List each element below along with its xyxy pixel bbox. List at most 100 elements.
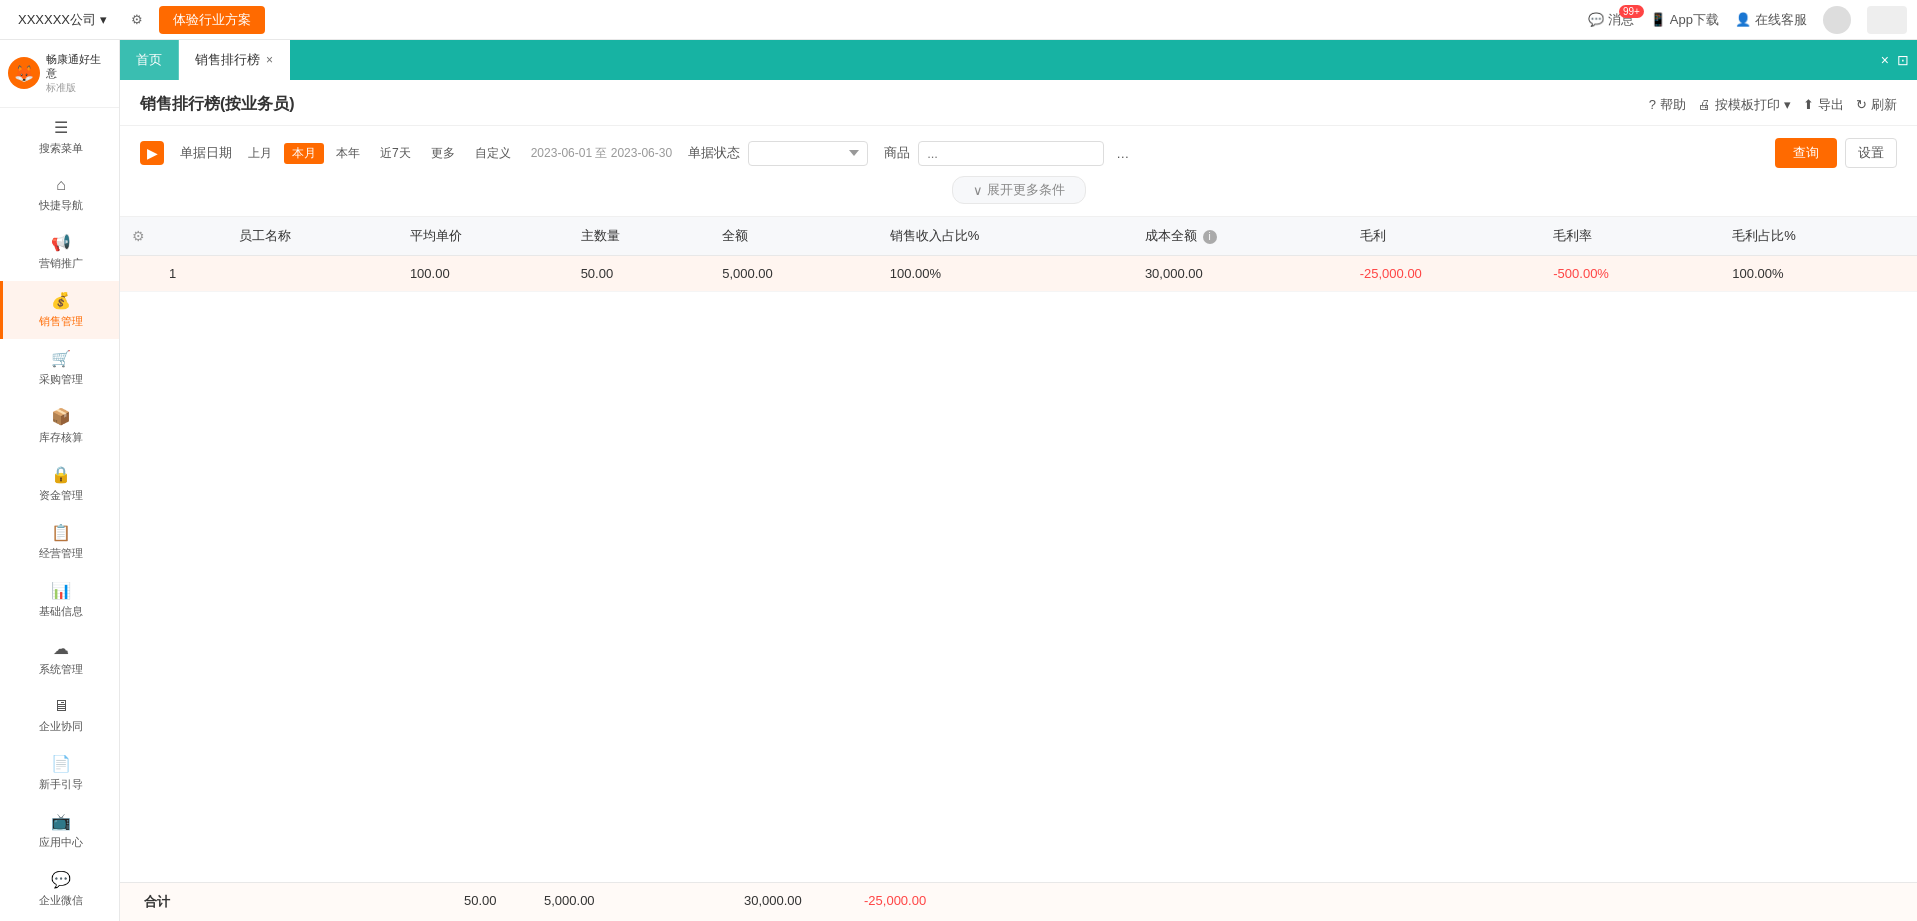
service-icon: 👤 <box>1735 12 1751 27</box>
export-icon: ⬆ <box>1803 97 1814 112</box>
export-button[interactable]: ⬆ 导出 <box>1803 96 1844 114</box>
th-settings: ⚙ <box>120 217 157 256</box>
print-button[interactable]: 🖨 按模板打印 ▾ <box>1698 96 1791 114</box>
chevron-down-icon: ▾ <box>100 12 107 27</box>
tab-close-icon[interactable]: × <box>266 53 273 67</box>
footer-cost: 30,000.00 <box>732 893 852 911</box>
td-name <box>227 256 398 292</box>
search-icon: ☰ <box>54 118 68 137</box>
settings-icon[interactable]: ⚙ <box>123 6 151 34</box>
sidebar-item-purchase[interactable]: 🛒 采购管理 <box>0 339 119 397</box>
th-sales-pct: 销售收入占比% <box>878 217 1133 256</box>
status-select[interactable] <box>748 141 868 166</box>
th-rank <box>157 217 227 256</box>
expand-more-button[interactable]: ∨ 展开更多条件 <box>952 176 1086 204</box>
sidebar-item-member[interactable]: V 畅会员 <box>0 918 119 921</box>
sidebar-item-quick-nav[interactable]: ⌂ 快捷导航 <box>0 166 119 223</box>
sidebar-item-app-center[interactable]: 📺 应用中心 <box>0 802 119 860</box>
date-label: 单据日期 <box>180 144 232 162</box>
tab-home[interactable]: 首页 <box>120 40 179 80</box>
refresh-button[interactable]: ↻ 刷新 <box>1856 96 1897 114</box>
online-service-label: 在线客服 <box>1755 11 1807 29</box>
avatar[interactable] <box>1823 6 1851 34</box>
footer-cells: 合计 50.00 5,000.00 30,000.00 -25,000.00 <box>132 893 1905 911</box>
td-rank: 1 <box>157 256 227 292</box>
sidebar-item-sales[interactable]: 💰 销售管理 <box>0 281 119 339</box>
sidebar-item-operations[interactable]: 📋 经营管理 <box>0 513 119 571</box>
goods-input[interactable] <box>918 141 1104 166</box>
tab-close-all-icon[interactable]: × <box>1881 52 1889 68</box>
expand-label: 展开更多条件 <box>987 181 1065 199</box>
date-tab-this-month[interactable]: 本月 <box>284 143 324 164</box>
data-table: ⚙ 员工名称 平均单价 主数量 全额 销售收入占比% 成本全额 i <box>120 217 1917 292</box>
sidebar-item-guide[interactable]: 📄 新手引导 <box>0 744 119 802</box>
td-amount: 5,000.00 <box>710 256 878 292</box>
td-gross-rate: -500.00% <box>1541 256 1720 292</box>
filter-row: ▶ 单据日期 上月 本月 本年 近7天 更多 自定义 2023-06-01 至 … <box>140 138 1897 168</box>
table-row: 1 100.00 50.00 5,000.00 100.00% 30,000.0… <box>120 256 1917 292</box>
status-filter: 单据状态 <box>688 141 868 166</box>
date-tab-custom[interactable]: 自定义 <box>467 143 519 164</box>
sidebar-label-guide: 新手引导 <box>39 777 83 792</box>
tab-restore-icon[interactable]: ⊡ <box>1897 52 1909 68</box>
enterprise-icon: 🖥 <box>53 697 69 715</box>
settings-button[interactable]: 设置 <box>1845 138 1897 168</box>
date-tab-more[interactable]: 更多 <box>423 143 463 164</box>
th-avg-price: 平均单价 <box>398 217 569 256</box>
th-gross-rate: 毛利率 <box>1541 217 1720 256</box>
filter-toggle-btn[interactable]: ▶ <box>140 141 164 165</box>
sidebar-item-search-order[interactable]: ☰ 搜索菜单 <box>0 108 119 166</box>
message-btn[interactable]: 💬 消息 99+ <box>1588 11 1634 29</box>
sidebar-item-capital[interactable]: 🔒 资金管理 <box>0 455 119 513</box>
tab-active-label: 销售排行榜 <box>195 51 260 69</box>
footer-empty1 <box>252 893 372 911</box>
tab-sales-ranking[interactable]: 销售排行榜 × <box>179 40 290 80</box>
sidebar-item-basic-info[interactable]: 📊 基础信息 <box>0 571 119 629</box>
export-label: 导出 <box>1818 96 1844 114</box>
top-bar-left: XXXXXX公司 ▾ ⚙ 体验行业方案 <box>10 6 1588 34</box>
content-area: 首页 销售排行榜 × × ⊡ 销售排行榜(按业务员) ? 帮助 <box>120 40 1917 921</box>
sidebar-item-inventory[interactable]: 📦 库存核算 <box>0 397 119 455</box>
table-wrapper: ⚙ 员工名称 平均单价 主数量 全额 销售收入占比% 成本全额 i <box>120 217 1917 882</box>
print-icon: 🖨 <box>1698 97 1711 112</box>
th-name: 员工名称 <box>227 217 398 256</box>
status-label: 单据状态 <box>688 144 740 162</box>
table-header-row: ⚙ 员工名称 平均单价 主数量 全额 销售收入占比% 成本全额 i <box>120 217 1917 256</box>
sidebar: 🦊 畅康通好生意 标准版 ☰ 搜索菜单 ⌂ 快捷导航 📢 营销推广 💰 销售管理… <box>0 40 120 921</box>
app-download-btn[interactable]: 📱 App下载 <box>1650 11 1719 29</box>
query-button[interactable]: 查询 <box>1775 138 1837 168</box>
sidebar-item-enterprise[interactable]: 🖥 企业协同 <box>0 687 119 744</box>
app-center-icon: 📺 <box>51 812 71 831</box>
refresh-label: 刷新 <box>1871 96 1897 114</box>
help-label: 帮助 <box>1660 96 1686 114</box>
purchase-icon: 🛒 <box>51 349 71 368</box>
online-service-btn[interactable]: 👤 在线客服 <box>1735 11 1807 29</box>
query-actions: 查询 设置 <box>1775 138 1897 168</box>
sidebar-label-enterprise: 企业协同 <box>39 719 83 734</box>
date-tab-this-year[interactable]: 本年 <box>328 143 368 164</box>
company-selector[interactable]: XXXXXX公司 ▾ <box>10 7 115 33</box>
sidebar-item-marketing[interactable]: 📢 营销推广 <box>0 223 119 281</box>
print-label: 按模板打印 <box>1715 96 1780 114</box>
logo-title: 畅康通好生意 <box>46 52 111 81</box>
message-badge: 99+ <box>1619 5 1644 18</box>
date-tab-last-month[interactable]: 上月 <box>240 143 280 164</box>
message-icon: 💬 <box>1588 12 1604 27</box>
help-button[interactable]: ? 帮助 <box>1649 96 1686 114</box>
td-sales-pct: 100.00% <box>878 256 1133 292</box>
sidebar-item-wechat[interactable]: 💬 企业微信 <box>0 860 119 918</box>
date-tab-7days[interactable]: 近7天 <box>372 143 419 164</box>
footer-empty3 <box>632 893 732 911</box>
help-icon: ? <box>1649 97 1656 112</box>
sidebar-item-system[interactable]: ☁ 系统管理 <box>0 629 119 687</box>
goods-more-btn[interactable]: … <box>1116 146 1129 161</box>
table-settings-icon[interactable]: ⚙ <box>132 228 145 244</box>
capital-icon: 🔒 <box>51 465 71 484</box>
date-tabs: 上月 本月 本年 近7天 更多 自定义 <box>240 143 519 164</box>
cost-info-icon[interactable]: i <box>1203 230 1217 244</box>
td-settings <box>120 256 157 292</box>
footer-qty: 50.00 <box>452 893 532 911</box>
goods-filter: 商品 … <box>884 141 1129 166</box>
sidebar-label-system: 系统管理 <box>39 662 83 677</box>
trial-button[interactable]: 体验行业方案 <box>159 6 265 34</box>
